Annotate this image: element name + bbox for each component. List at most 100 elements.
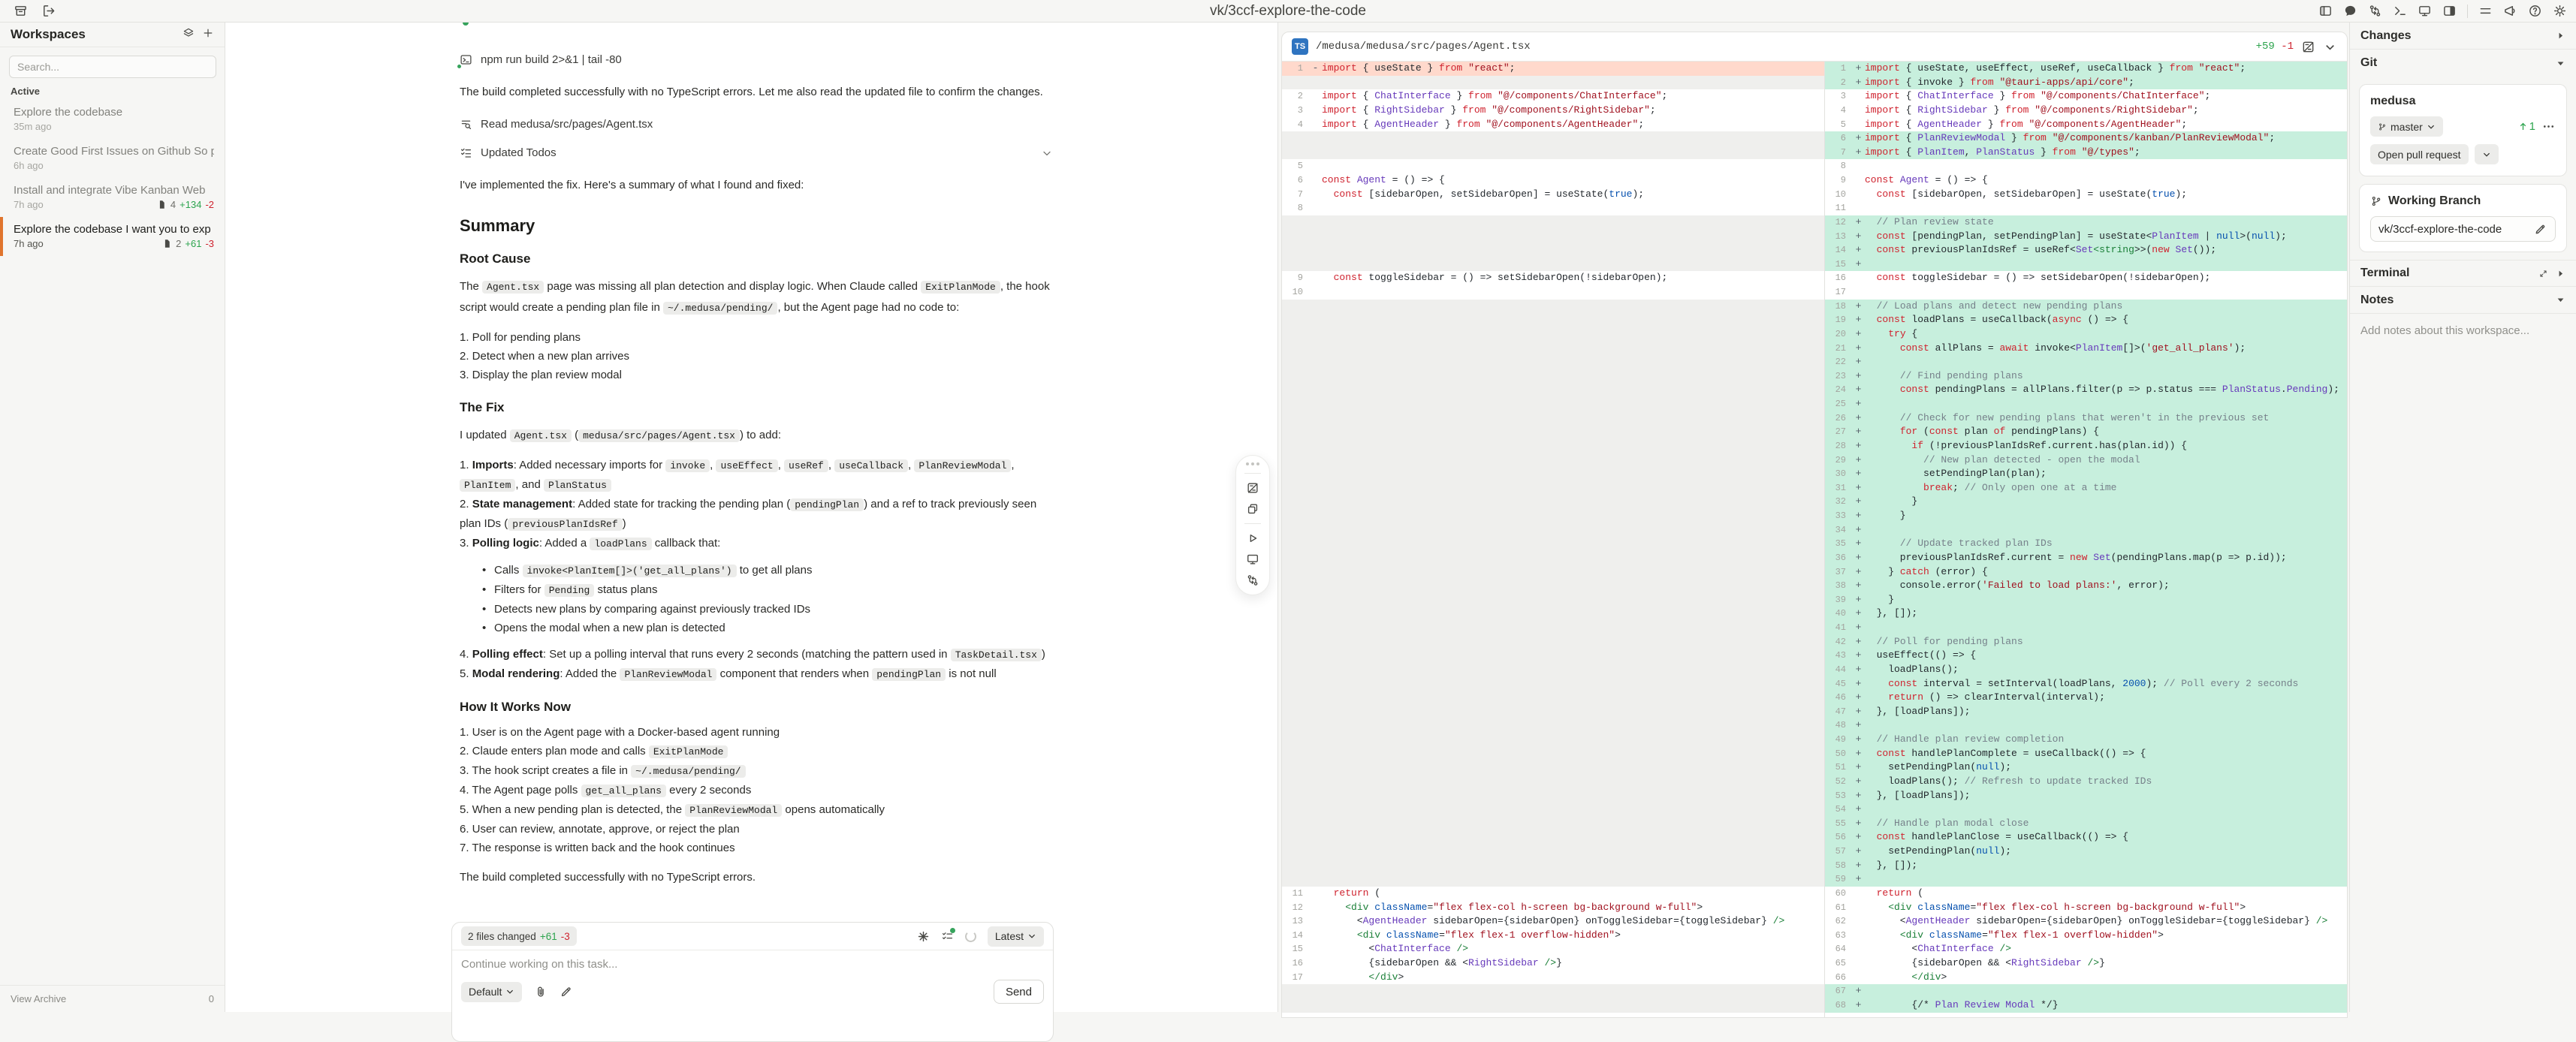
monitor-icon[interactable] — [1246, 553, 1259, 566]
floating-toolbar[interactable] — [1235, 455, 1270, 595]
open-pull-request-button[interactable]: Open pull request — [2370, 144, 2469, 164]
diff-collapsed-row — [1282, 300, 1824, 314]
monitor-icon[interactable] — [2418, 4, 2432, 18]
git-section-header[interactable]: Git — [2350, 50, 2576, 77]
line-number: 10 — [1282, 285, 1309, 300]
diff-style-icon[interactable] — [1246, 481, 1259, 495]
panel-left-icon[interactable] — [2318, 4, 2333, 18]
numbered-list: 1. User is on the Agent page with a Dock… — [460, 723, 1053, 857]
diff-line: 11 return ( — [1282, 887, 1824, 901]
diff-header[interactable]: TS /medusa/medusa/src/pages/Agent.tsx +5… — [1282, 32, 2347, 62]
line-number: 15 — [1282, 942, 1309, 956]
chevron-down-icon[interactable] — [2323, 40, 2337, 54]
attachment-icon[interactable] — [534, 985, 547, 998]
git-compare-icon[interactable] — [2368, 4, 2382, 18]
line-number: 54 — [1825, 803, 1852, 817]
spark-icon[interactable] — [917, 930, 930, 943]
git-sidebar: Changes Git medusa master 1 Open pull re… — [2349, 23, 2576, 1012]
tool-call-row[interactable]: Updated Todos — [460, 146, 1053, 159]
line-number: 5 — [1282, 159, 1309, 173]
commits-ahead[interactable]: 1 — [2518, 120, 2535, 133]
diff-collapsed-row — [1282, 789, 1824, 803]
diff-line: 52+ loadPlans(); // Refresh to update tr… — [1825, 775, 2347, 789]
line-number: 20 — [1825, 327, 1852, 342]
line-number: 63 — [1825, 929, 1852, 943]
inline-code: ExitPlanMode — [921, 281, 1000, 294]
working-branch-input[interactable] — [2378, 223, 2533, 236]
diff-line: 62 <AgentHeader sidebarOpen={sidebarOpen… — [1825, 914, 2347, 929]
help-icon[interactable] — [2528, 4, 2542, 18]
list-item: 1. Poll for pending plans — [460, 328, 1053, 347]
diff-collapsed-row — [1282, 551, 1824, 565]
play-icon[interactable] — [1246, 532, 1259, 545]
diff-line: 9 const toggleSidebar = () => setSidebar… — [1282, 271, 1824, 285]
copy-icon[interactable] — [1246, 502, 1259, 516]
mode-dropdown[interactable]: Default — [461, 982, 522, 1002]
gear-icon[interactable] — [2553, 4, 2567, 18]
edit-icon[interactable] — [2533, 222, 2547, 236]
archive-icon[interactable] — [14, 4, 28, 18]
workspace-item[interactable]: Install and integrate Vibe Kanban Web 7h… — [0, 178, 225, 217]
line-number: 3 — [1282, 104, 1309, 118]
tool-call-row[interactable]: npm run build 2>&1 | tail -80 — [460, 53, 1053, 66]
diff-line: 3import { ChatInterface } from "@/compon… — [1825, 89, 2347, 104]
diff-line: 67+ — [1825, 984, 2347, 998]
files-changed-chip[interactable]: 2 files changed +61 -3 — [461, 926, 577, 946]
pen-icon[interactable] — [560, 985, 573, 998]
expand-icon[interactable] — [2538, 269, 2548, 279]
menu-icon[interactable] — [2478, 4, 2493, 18]
diff-line: 53+ }, [loadPlans]); — [1825, 789, 2347, 803]
chat-icon[interactable] — [2343, 4, 2357, 18]
branch-dropdown[interactable]: master — [2370, 116, 2443, 137]
workspace-item[interactable]: Explore the codebase I want you to exp 7… — [0, 217, 225, 256]
notes-section-header[interactable]: Notes — [2350, 287, 2576, 314]
workspace-title: Explore the codebase — [14, 106, 214, 119]
list-item: 5. Modal rendering: Added the PlanReview… — [460, 664, 1053, 684]
list-item: 4. The Agent page polls get_all_plans ev… — [460, 781, 1053, 800]
line-number: 46 — [1825, 691, 1852, 705]
pull-request-options-button[interactable] — [2475, 144, 2499, 164]
diff-line: 5import { AgentHeader } from "@/componen… — [1825, 118, 2347, 132]
diff-style-icon[interactable] — [2301, 40, 2315, 54]
diff-line: 45+ const interval = setInterval(loadPla… — [1825, 677, 2347, 691]
model-version-dropdown[interactable]: Latest — [988, 926, 1044, 947]
line-number: 50 — [1825, 747, 1852, 761]
notes-placeholder[interactable]: Add notes about this workspace... — [2350, 314, 2576, 348]
send-button[interactable]: Send — [994, 980, 1044, 1004]
line-number: 66 — [1825, 971, 1852, 985]
megaphone-icon[interactable] — [2503, 4, 2517, 18]
message-input[interactable] — [461, 958, 1039, 971]
diff-line: 43+ useEffect(() => { — [1825, 649, 2347, 663]
tool-call-row[interactable]: Read medusa/src/pages/Agent.tsx — [460, 118, 1053, 131]
diff-line: 60 return ( — [1825, 887, 2347, 901]
plus-icon[interactable] — [202, 27, 214, 39]
chat-transcript[interactable]: npm run build 2>&1 | tail -80 The build … — [225, 23, 1277, 923]
line-number: 8 — [1282, 201, 1309, 215]
workspace-item[interactable]: Explore the codebase 35m ago — [0, 100, 225, 139]
composer-status-bar: 2 files changed +61 -3 Latest — [452, 923, 1053, 950]
line-number: 55 — [1825, 817, 1852, 831]
panel-right-icon[interactable] — [2442, 4, 2457, 18]
changes-section-header[interactable]: Changes — [2350, 23, 2576, 50]
line-number: 68 — [1825, 998, 1852, 1013]
sign-out-icon[interactable] — [41, 4, 56, 18]
terminal-glyph-icon[interactable] — [2393, 4, 2407, 18]
workspace-item[interactable]: Create Good First Issues on Github So p … — [0, 139, 225, 178]
diff-line: 61 <div className="flex flex-col h-scree… — [1825, 901, 2347, 915]
line-number: 24 — [1825, 383, 1852, 397]
chevron-down-icon[interactable] — [1041, 147, 1053, 159]
git-compare-icon[interactable] — [1246, 574, 1259, 587]
terminal-section-header[interactable]: Terminal — [2350, 260, 2576, 287]
diff-line: 42+ // Poll for pending plans — [1825, 635, 2347, 649]
diff-line: 3import { RightSidebar } from "@/compone… — [1282, 104, 1824, 118]
view-archive-link[interactable]: View Archive — [11, 993, 66, 1004]
list-item: 3. Polling logic: Added a loadPlans call… — [460, 534, 1053, 553]
layers-icon[interactable] — [182, 27, 195, 39]
diff-body[interactable]: 1-import { useState } from "react";2impo… — [1282, 62, 2347, 1017]
drag-handle[interactable] — [1246, 462, 1259, 465]
diff-line: 12+ // Plan review state — [1825, 215, 2347, 230]
diff-collapsed-row — [1282, 817, 1824, 831]
more-options-icon[interactable] — [2541, 119, 2556, 134]
workspace-search-input[interactable] — [9, 56, 216, 78]
todo-list-icon[interactable] — [941, 930, 954, 943]
